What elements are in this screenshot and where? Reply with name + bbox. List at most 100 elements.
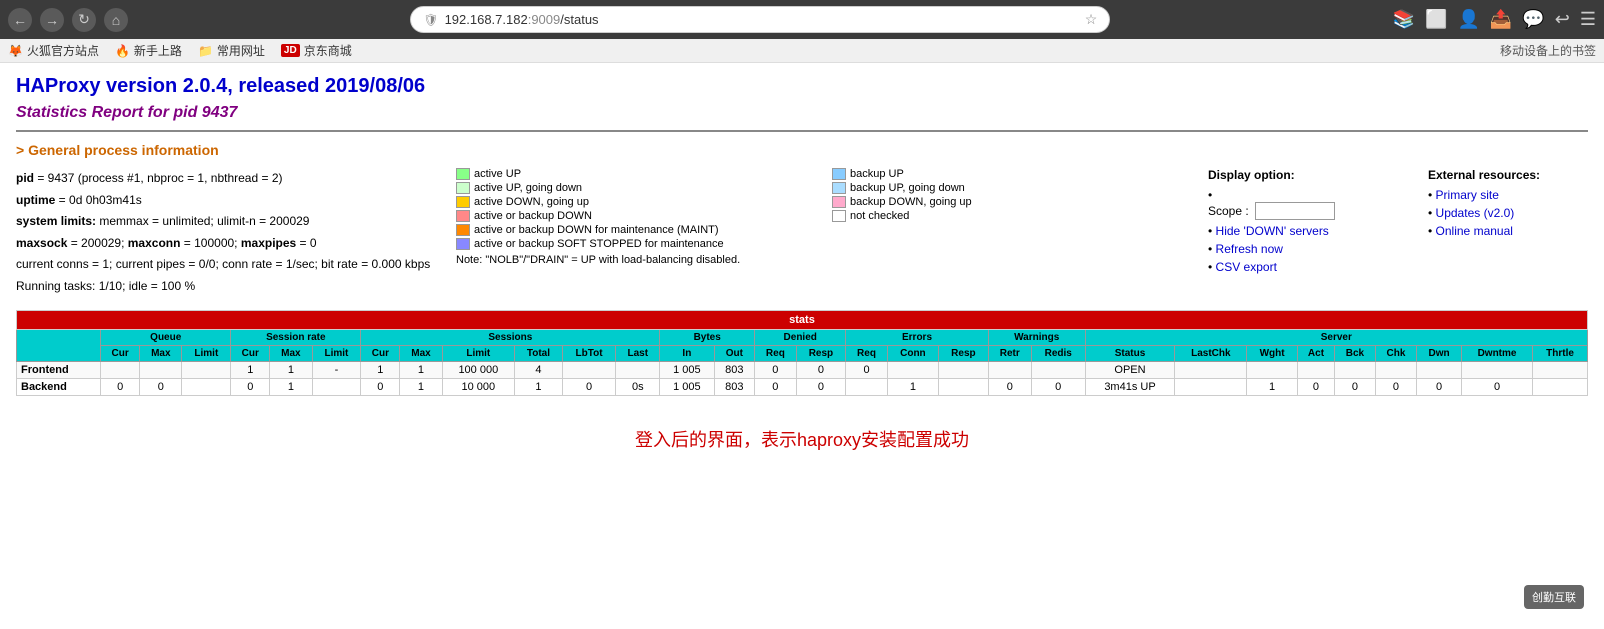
th-warnings: Warnings	[988, 329, 1085, 345]
backend-queue-limit	[182, 378, 231, 395]
mobile-bookmarks[interactable]: 移动设备上的书签	[1500, 42, 1596, 59]
frontend-sessrate-limit: -	[312, 361, 361, 378]
th-sessions-lbtot: LbTot	[562, 345, 616, 361]
primary-site-item[interactable]: Primary site	[1428, 188, 1588, 202]
info-line3: system limits: memmax = unlimited; ulimi…	[16, 211, 436, 233]
bookmark-jd[interactable]: JD 京东商城	[281, 42, 352, 59]
watermark: 创勤互联	[1524, 585, 1584, 609]
legend-area: active UP backup UP active UP, going dow…	[456, 168, 1188, 298]
backend-thrtle	[1533, 378, 1588, 395]
caption-text: 登入后的界面，表示haproxy安装配置成功	[16, 426, 1588, 452]
updates-link[interactable]: Updates (v2.0)	[1436, 206, 1515, 220]
frontend-thrtle	[1533, 361, 1588, 378]
frontend-errors-req: 0	[846, 361, 887, 378]
info-line6: Running tasks: 1/10; idle = 100 %	[16, 276, 436, 298]
refresh-now-link[interactable]: Refresh now	[1216, 242, 1283, 256]
backend-dwntme: 0	[1461, 378, 1532, 395]
bookmark-mozilla[interactable]: 🦊 火狐官方站点	[8, 42, 99, 59]
online-manual-link[interactable]: Online manual	[1436, 224, 1513, 238]
stats-table: stats Queue Session rate Sessions Bytes …	[16, 310, 1588, 396]
refresh-now[interactable]: Refresh now	[1208, 242, 1408, 256]
frontend-sessions-total: 4	[515, 361, 563, 378]
col-group-row: Queue Session rate Sessions Bytes Denied…	[17, 329, 1588, 345]
display-options-list: Scope : Hide 'DOWN' servers Refresh now …	[1208, 188, 1408, 274]
bookmark-newuser[interactable]: 🔥 新手上路	[115, 42, 182, 59]
table-row: Backend 0 0 0 1 0 1 10 000 1 0 0s 1 005 …	[17, 378, 1588, 395]
frontend-warnings-retr	[988, 361, 1031, 378]
backend-chk: 0	[1375, 378, 1416, 395]
legend-color-active-up	[456, 168, 470, 180]
backend-status: 3m41s UP	[1085, 378, 1175, 395]
th-sessions-last: Last	[616, 345, 660, 361]
frontend-wght	[1247, 361, 1298, 378]
legend-backup-down-going-up: backup DOWN, going up	[832, 196, 1188, 208]
account-icon[interactable]: 👤	[1458, 9, 1480, 30]
frontend-errors-resp	[939, 361, 989, 378]
backend-queue-max: 0	[140, 378, 182, 395]
backend-bck: 0	[1335, 378, 1376, 395]
backend-denied-req: 0	[755, 378, 796, 395]
th-errors-conn: Conn	[887, 345, 938, 361]
th-errors-resp: Resp	[939, 345, 989, 361]
bookmark-icon-3: JD	[281, 44, 300, 57]
home-button[interactable]: ⌂	[104, 8, 128, 32]
browser-chrome: ← → ↻ ⌂ 🛡 192.168.7.182:9009/status ☆ 📚 …	[0, 0, 1604, 39]
csv-export-link[interactable]: CSV export	[1216, 260, 1277, 274]
legend-soft-stopped: active or backup SOFT STOPPED for mainte…	[456, 238, 812, 250]
frontend-queue-limit	[182, 361, 231, 378]
legend-active-down-going-up: active DOWN, going up	[456, 196, 812, 208]
hide-down-link[interactable]: Hide 'DOWN' servers	[1216, 224, 1329, 238]
backend-sessrate-limit	[312, 378, 361, 395]
backend-warnings-redis: 0	[1031, 378, 1085, 395]
th-sessions-max: Max	[400, 345, 442, 361]
online-manual-item[interactable]: Online manual	[1428, 224, 1588, 238]
legend-active-up: active UP	[456, 168, 812, 180]
frontend-denied-req: 0	[755, 361, 796, 378]
legend-color-notchecked	[832, 210, 846, 222]
tabs-icon[interactable]: ⬜	[1425, 9, 1447, 30]
library-icon[interactable]: 📚	[1393, 9, 1415, 30]
backend-errors-conn: 1	[887, 378, 938, 395]
th-name	[17, 329, 101, 361]
backend-sessions-cur: 0	[361, 378, 400, 395]
th-chk: Chk	[1375, 345, 1416, 361]
chat-icon[interactable]: 💬	[1522, 9, 1544, 30]
browser-toolbar: 📚 ⬜ 👤 📤 💬 ↩ ☰	[1393, 9, 1596, 30]
th-dwn: Dwn	[1417, 345, 1462, 361]
th-bytes-out: Out	[714, 345, 755, 361]
info-line1: pid = 9437 (process #1, nbproc = 1, nbth…	[16, 168, 436, 190]
csv-export[interactable]: CSV export	[1208, 260, 1408, 274]
frontend-dwn	[1417, 361, 1462, 378]
scope-option: Scope :	[1208, 188, 1408, 220]
th-sessrate-limit: Limit	[312, 345, 361, 361]
display-options-title: Display option:	[1208, 168, 1408, 182]
th-dwntme: Dwntme	[1461, 345, 1532, 361]
security-icon: 🛡	[423, 13, 438, 27]
primary-site-link[interactable]: Primary site	[1436, 188, 1499, 202]
backend-sessions-limit: 10 000	[442, 378, 514, 395]
frontend-act	[1297, 361, 1334, 378]
scope-input[interactable]	[1255, 202, 1335, 220]
th-sessrate-cur: Cur	[231, 345, 270, 361]
backend-sessions-max: 1	[400, 378, 442, 395]
address-bar[interactable]: 🛡 192.168.7.182:9009/status ☆	[410, 6, 1110, 33]
backend-sessions-lbtot: 0	[562, 378, 616, 395]
backend-dwn: 0	[1417, 378, 1462, 395]
backend-warnings-retr: 0	[988, 378, 1031, 395]
backend-bytes-in: 1 005	[660, 378, 714, 395]
star-icon[interactable]: ☆	[1085, 11, 1098, 28]
backend-lastchk	[1175, 378, 1247, 395]
forward-button[interactable]: →	[40, 8, 64, 32]
frontend-sessions-limit: 100 000	[442, 361, 514, 378]
back-button[interactable]: ←	[8, 8, 32, 32]
hide-down-servers[interactable]: Hide 'DOWN' servers	[1208, 224, 1408, 238]
menu-icon[interactable]: ☰	[1580, 9, 1596, 30]
share-icon[interactable]: 📤	[1490, 9, 1512, 30]
undo-icon[interactable]: ↩	[1555, 9, 1570, 30]
backend-act: 0	[1297, 378, 1334, 395]
bookmark-common[interactable]: 📁 常用网址	[198, 42, 265, 59]
updates-item[interactable]: Updates (v2.0)	[1428, 206, 1588, 220]
reload-button[interactable]: ↻	[72, 8, 96, 32]
th-sessrate-max: Max	[270, 345, 312, 361]
frontend-bytes-in: 1 005	[660, 361, 714, 378]
